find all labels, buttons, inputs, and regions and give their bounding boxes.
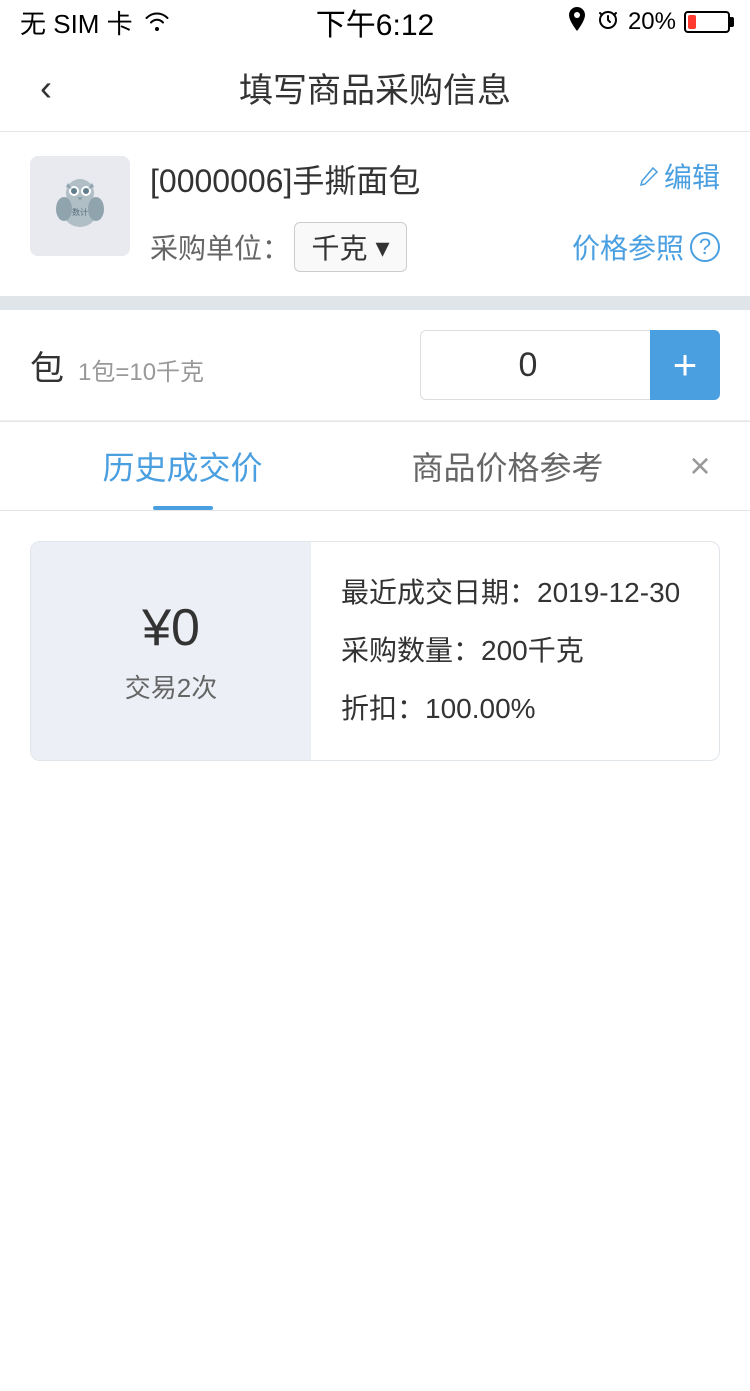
product-owl-icon: 数计 [50,171,110,241]
quantity-input[interactable] [420,330,650,400]
alarm-icon [596,7,620,38]
history-card: ¥0 交易2次 最近成交日期：2019-12-30 采购数量：200千克 折扣：… [30,541,720,761]
unit-value: 千克 [311,227,367,267]
tab-product-price-ref-label: 商品价格参考 [411,443,603,489]
page-title: 填写商品采购信息 [239,63,511,112]
tabs-container: 历史成交价 商品价格参考 × ¥0 交易2次 最近成交日期：2019-12-30… [0,421,750,791]
history-date: 最近成交日期：2019-12-30 [341,572,689,614]
edit-button[interactable]: 编辑 [638,156,720,196]
history-qty: 采购数量：200千克 [341,630,689,672]
unit-label: 采购单位： [150,233,290,264]
product-thumbnail: 数计 [30,156,130,256]
price-ref-button[interactable]: 价格参照 ? [572,227,720,267]
dropdown-arrow-icon: ▾ [375,231,389,264]
unit-select[interactable]: 千克 ▾ [294,222,406,272]
history-discount: 折扣：100.00% [341,688,689,730]
price-ref-label: 价格参照 [572,227,684,267]
tabs-header: 历史成交价 商品价格参考 × [0,422,750,511]
tab-close-button[interactable]: × [670,436,730,496]
svg-text:数计: 数计 [72,207,88,217]
history-price: ¥0 [142,598,200,658]
nav-bar: ‹ 填写商品采购信息 [0,44,750,132]
no-sim-text: 无 SIM 卡 [20,4,133,41]
tab-history-price-label: 历史成交价 [102,443,262,489]
tab-active-indicator [153,506,213,510]
section-divider [0,296,750,310]
battery-percent: 20% [628,8,676,36]
product-name: [0000006]手撕面包 [150,156,420,202]
quantity-plus-button[interactable]: + [650,330,720,400]
product-info: [0000006]手撕面包 编辑 采购单位： 千克 ▾ 价格参照 ? [150,156,720,272]
status-bar: 无 SIM 卡 下午6:12 20% [0,0,750,44]
tab-content: ¥0 交易2次 最近成交日期：2019-12-30 采购数量：200千克 折扣：… [0,511,750,791]
tab-product-price-ref[interactable]: 商品价格参考 [345,422,670,510]
status-right: 20% [566,6,730,39]
product-card: 数计 [0000006]手撕面包 编辑 采购单位： 千克 ▾ 价格参照 [0,132,750,296]
help-icon: ? [690,232,720,262]
location-icon [566,6,588,39]
status-left: 无 SIM 卡 [20,4,171,41]
quantity-row: 包 1包=10千克 + [0,310,750,421]
battery-icon [684,11,730,33]
history-card-left: ¥0 交易2次 [31,542,311,760]
status-time: 下午6:12 [316,0,434,44]
quantity-input-group: + [420,330,720,400]
wifi-icon [143,7,171,38]
tab-history-price[interactable]: 历史成交价 [20,422,345,510]
back-button[interactable]: ‹ [30,57,62,119]
history-card-right: 最近成交日期：2019-12-30 采购数量：200千克 折扣：100.00% [311,542,719,760]
quantity-unit-label: 包 [30,341,64,390]
quantity-note: 1包=10千克 [78,352,204,387]
history-trades: 交易2次 [125,668,217,705]
page-rest [0,791,750,1391]
